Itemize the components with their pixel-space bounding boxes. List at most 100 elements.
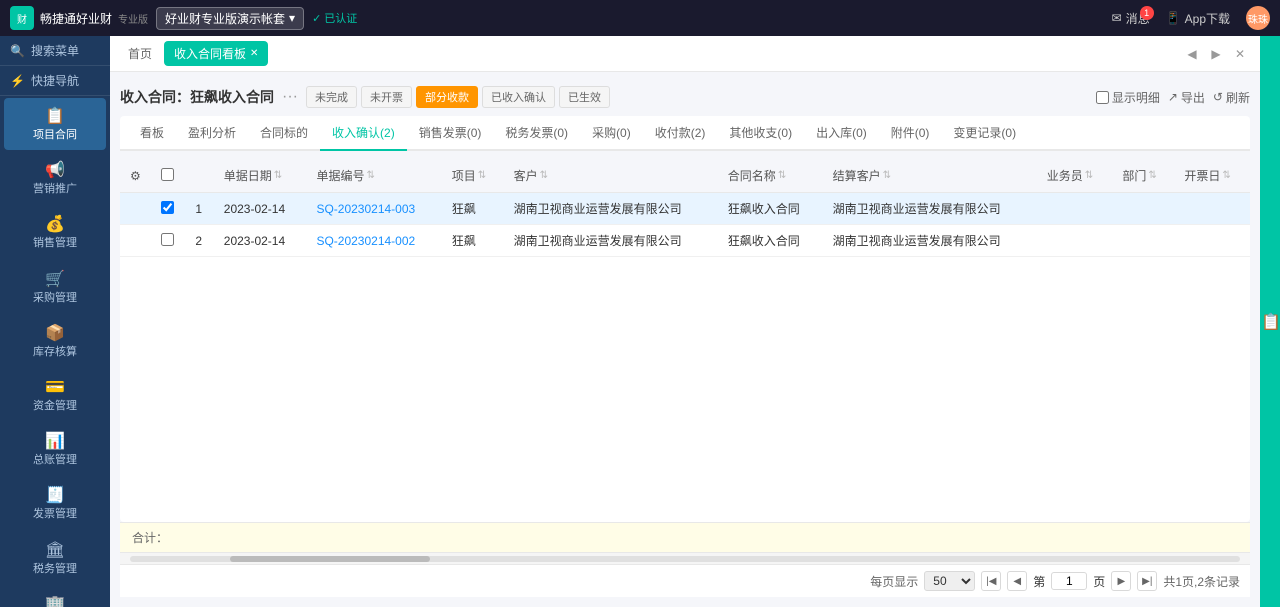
quick-nav-button[interactable]: ⚡ 快捷导航 — [0, 66, 110, 96]
sub-tab-1[interactable]: 盈利分析 — [176, 116, 248, 151]
sidebar-item-1[interactable]: 📢营销推广 — [4, 152, 106, 204]
salesperson-col-header[interactable]: 业务员⇅ — [1037, 159, 1113, 193]
export-label: 导出 — [1181, 89, 1205, 106]
close-tab-button[interactable]: ✕ — [250, 48, 258, 59]
page-label: 第 — [1033, 573, 1045, 590]
row-salesperson-1 — [1037, 225, 1113, 257]
status-btn-0[interactable]: 未完成 — [306, 86, 357, 108]
row-settings-0[interactable] — [120, 193, 151, 225]
app-download-button[interactable]: 📱 App下载 — [1166, 10, 1230, 27]
next-tab-button[interactable]: ▶ — [1206, 44, 1226, 64]
sidebar-item-7[interactable]: 🧾发票管理 — [4, 477, 106, 529]
sidebar-item-4[interactable]: 📦库存核算 — [4, 315, 106, 367]
row-num-1: 2 — [184, 225, 214, 257]
sub-tab-6[interactable]: 采购(0) — [580, 116, 643, 151]
tab-bar: 首页 收入合同看板 ✕ ◀ ▶ ✕ — [110, 36, 1260, 72]
sub-tab-10[interactable]: 附件(0) — [879, 116, 942, 151]
active-tab-label: 收入合同看板 — [174, 45, 246, 62]
sub-tab-5[interactable]: 税务发票(0) — [493, 116, 580, 151]
active-page-tab[interactable]: 收入合同看板 ✕ — [164, 41, 268, 66]
sub-tab-4[interactable]: 销售发票(0) — [407, 116, 494, 151]
download-label: App下载 — [1185, 10, 1230, 27]
billdate2-col-header[interactable]: 开票日⇅ — [1174, 159, 1250, 193]
sidebar-item-9[interactable]: 🏢固定资产 — [4, 586, 106, 607]
row-billno-1[interactable]: SQ-20230214-002 — [306, 225, 441, 257]
billno-col-header[interactable]: 单据编号⇅ — [306, 159, 441, 193]
contract-col-header[interactable]: 合同名称⇅ — [718, 159, 823, 193]
table-row[interactable]: 2 2023-02-14 SQ-20230214-002 狂飙 湖南卫视商业运营… — [120, 225, 1250, 257]
user-avatar[interactable]: 珠珠 — [1246, 6, 1270, 30]
right-panel-toggle[interactable]: 📋 — [1260, 36, 1280, 607]
last-page-button[interactable]: ▶| — [1137, 571, 1157, 591]
status-btn-4[interactable]: 已生效 — [559, 86, 610, 108]
status-btn-3[interactable]: 已收入确认 — [482, 86, 555, 108]
main-layout: 🔍 搜索菜单 ⚡ 快捷导航 📋项目合同📢营销推广💰销售管理🛒采购管理📦库存核算💳… — [0, 36, 1280, 607]
sub-tab-8[interactable]: 其他收支(0) — [717, 116, 804, 151]
sub-tab-2[interactable]: 合同标的 — [248, 116, 320, 151]
export-button[interactable]: ↗ 导出 — [1168, 89, 1205, 106]
status-btn-2[interactable]: 部分收款 — [416, 86, 478, 108]
logo-area: 财 畅捷通好业财 专业版 — [10, 6, 148, 30]
sidebar-item-3[interactable]: 🛒采购管理 — [4, 261, 106, 313]
row-billdate2-1 — [1174, 225, 1250, 257]
sidebar-item-0[interactable]: 📋项目合同 — [4, 98, 106, 150]
select-all-checkbox[interactable] — [161, 168, 174, 181]
sidebar-icon-7: 🧾 — [45, 485, 65, 505]
customer-col-header[interactable]: 客户⇅ — [504, 159, 718, 193]
data-table: ⚙ 单据日期⇅ 单据编号⇅ 项目⇅ 客户⇅ 合同名称⇅ 结算客户⇅ 业务员⇅ — [120, 159, 1250, 257]
row-billno-0[interactable]: SQ-20230214-003 — [306, 193, 441, 225]
show-detail-label: 显示明细 — [1112, 89, 1160, 106]
row-customer-0: 湖南卫视商业运营发展有限公司 — [504, 193, 718, 225]
company-selector[interactable]: 好业财专业版演示帐套 ▾ — [156, 7, 304, 30]
dept-col-header[interactable]: 部门⇅ — [1112, 159, 1174, 193]
sidebar-item-2[interactable]: 💰销售管理 — [4, 206, 106, 258]
table-row[interactable]: 1 2023-02-14 SQ-20230214-003 狂飙 湖南卫视商业运营… — [120, 193, 1250, 225]
show-detail-input[interactable] — [1096, 91, 1109, 104]
prev-page-button[interactable]: ◀ — [1007, 571, 1027, 591]
sub-tab-9[interactable]: 出入库(0) — [804, 116, 879, 151]
date-col-header[interactable]: 单据日期⇅ — [214, 159, 307, 193]
select-all-header[interactable] — [151, 159, 184, 193]
dropdown-icon: ▾ — [289, 11, 295, 25]
sidebar-item-6[interactable]: 📊总账管理 — [4, 423, 106, 475]
row-dept-1 — [1112, 225, 1174, 257]
status-btn-1[interactable]: 未开票 — [361, 86, 412, 108]
home-tab[interactable]: 首页 — [120, 45, 160, 62]
page-number-input[interactable] — [1051, 572, 1087, 590]
tab-controls: ◀ ▶ ✕ — [1182, 44, 1250, 64]
row-billdate2-0 — [1174, 193, 1250, 225]
sub-tab-3[interactable]: 收入确认(2) — [320, 116, 407, 151]
sub-tab-7[interactable]: 收付款(2) — [643, 116, 718, 151]
per-page-select[interactable]: 50 100 200 — [924, 571, 975, 591]
message-icon: ✉ — [1112, 11, 1122, 25]
project-col-header[interactable]: 项目⇅ — [442, 159, 504, 193]
row-checkbox-1[interactable] — [151, 225, 184, 257]
prev-tab-button[interactable]: ◀ — [1182, 44, 1202, 64]
sidebar-item-5[interactable]: 💳资金管理 — [4, 369, 106, 421]
sub-tab-11[interactable]: 变更记录(0) — [941, 116, 1028, 151]
first-page-button[interactable]: |◀ — [981, 571, 1001, 591]
table-footer: 合计： — [120, 522, 1250, 552]
next-page-button[interactable]: ▶ — [1111, 571, 1131, 591]
refresh-button[interactable]: ↺ 刷新 — [1213, 89, 1250, 106]
show-detail-checkbox[interactable]: 显示明细 — [1096, 89, 1160, 106]
scroll-thumb[interactable] — [230, 556, 430, 562]
close-all-tabs-button[interactable]: ✕ — [1230, 44, 1250, 64]
row-settlement-0: 湖南卫视商业运营发展有限公司 — [823, 193, 1037, 225]
search-menu-label: 搜索菜单 — [31, 42, 79, 59]
row-checkbox-0[interactable] — [151, 193, 184, 225]
message-button[interactable]: ✉ 消息 1 — [1112, 10, 1150, 27]
sidebar-icon-3: 🛒 — [45, 269, 65, 289]
row-settings-1[interactable] — [120, 225, 151, 257]
table-container[interactable]: ⚙ 单据日期⇅ 单据编号⇅ 项目⇅ 客户⇅ 合同名称⇅ 结算客户⇅ 业务员⇅ — [120, 159, 1250, 522]
search-menu-button[interactable]: 🔍 搜索菜单 — [0, 36, 110, 66]
sub-tab-0[interactable]: 看板 — [128, 116, 176, 151]
content-area: 首页 收入合同看板 ✕ ◀ ▶ ✕ 收入合同：狂飙收入合同 — [110, 36, 1260, 607]
more-options-button[interactable]: ··· — [282, 88, 298, 106]
sidebar-item-8[interactable]: 🏛税务管理 — [4, 532, 106, 584]
summary-label: 合计： — [132, 531, 168, 545]
scroll-bar-area[interactable] — [120, 552, 1250, 564]
settlement-col-header[interactable]: 结算客户⇅ — [823, 159, 1037, 193]
verified-badge: ✓ 已认证 — [312, 10, 357, 26]
settings-col-header[interactable]: ⚙ — [120, 159, 151, 193]
